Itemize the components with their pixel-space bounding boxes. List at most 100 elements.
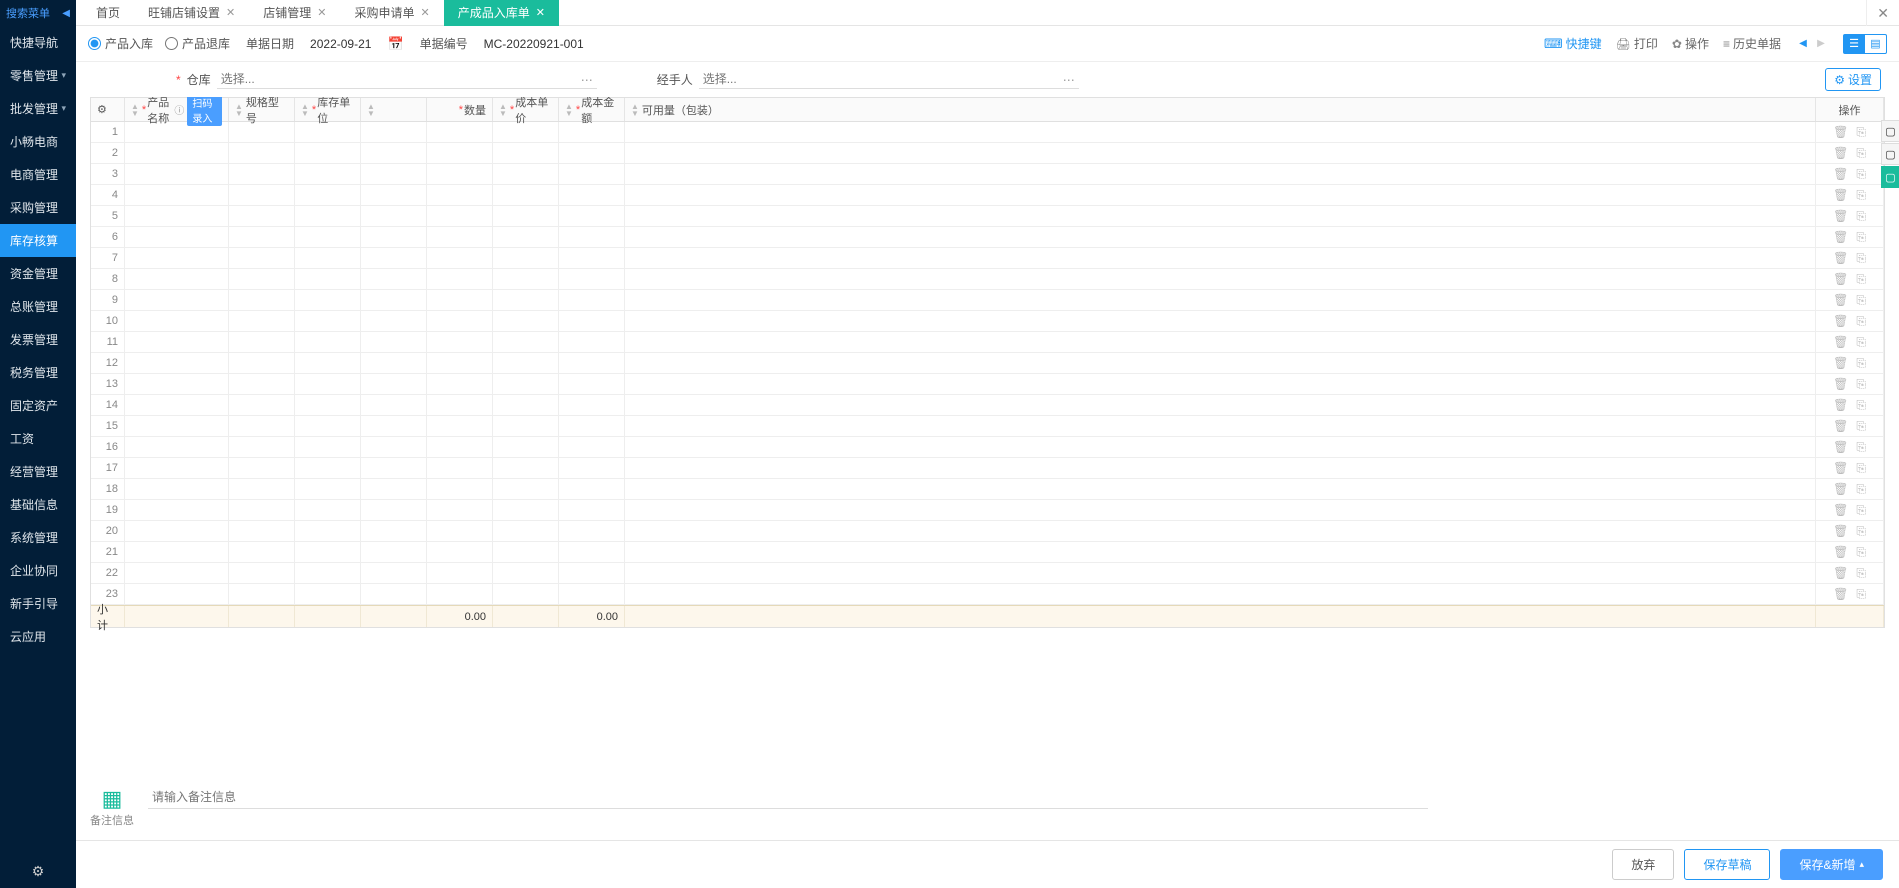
table-row[interactable]: 15🗑⎘ bbox=[91, 416, 1884, 437]
cell-qty[interactable] bbox=[427, 269, 493, 289]
delete-icon[interactable]: 🗑 bbox=[1833, 545, 1848, 559]
radio-stock-in[interactable]: 产品入库 bbox=[88, 35, 153, 52]
cell-unit[interactable] bbox=[295, 143, 361, 163]
settings-button[interactable]: ⚙设置 bbox=[1825, 68, 1881, 91]
gear-icon[interactable]: ⚙ bbox=[32, 863, 45, 879]
cell-cost-price[interactable] bbox=[493, 479, 559, 499]
next-icon[interactable]: ▶ bbox=[1813, 34, 1829, 54]
table-row[interactable]: 13🗑⎘ bbox=[91, 374, 1884, 395]
cell-unit[interactable] bbox=[295, 164, 361, 184]
cell-cost-amt[interactable] bbox=[559, 416, 625, 436]
cell-qty[interactable] bbox=[427, 164, 493, 184]
delete-icon[interactable]: 🗑 bbox=[1833, 167, 1848, 181]
delete-icon[interactable]: 🗑 bbox=[1833, 272, 1848, 286]
cell-spec[interactable] bbox=[229, 437, 295, 457]
cell-cost-amt[interactable] bbox=[559, 185, 625, 205]
cell-spec[interactable] bbox=[229, 164, 295, 184]
cell-empty[interactable] bbox=[361, 416, 427, 436]
cell-unit[interactable] bbox=[295, 542, 361, 562]
table-row[interactable]: 11🗑⎘ bbox=[91, 332, 1884, 353]
cell-avail[interactable] bbox=[625, 143, 1816, 163]
table-row[interactable]: 20🗑⎘ bbox=[91, 521, 1884, 542]
cell-unit[interactable] bbox=[295, 563, 361, 583]
table-row[interactable]: 21🗑⎘ bbox=[91, 542, 1884, 563]
copy-icon[interactable]: ⎘ bbox=[1856, 377, 1866, 392]
cell-product[interactable] bbox=[125, 290, 229, 310]
delete-icon[interactable]: 🗑 bbox=[1833, 482, 1848, 496]
cell-cost-amt[interactable] bbox=[559, 521, 625, 541]
cell-cost-price[interactable] bbox=[493, 416, 559, 436]
delete-icon[interactable]: 🗑 bbox=[1833, 356, 1848, 370]
sidebar-item-0[interactable]: 快捷导航 bbox=[0, 26, 76, 59]
col-cost-amt[interactable]: ▲▼*成本金额 bbox=[559, 98, 625, 121]
cell-unit[interactable] bbox=[295, 374, 361, 394]
cell-empty[interactable] bbox=[361, 374, 427, 394]
copy-icon[interactable]: ⎘ bbox=[1856, 272, 1866, 287]
cell-product[interactable] bbox=[125, 248, 229, 268]
cell-empty[interactable] bbox=[361, 479, 427, 499]
cell-cost-price[interactable] bbox=[493, 584, 559, 604]
cell-empty[interactable] bbox=[361, 269, 427, 289]
cell-cost-amt[interactable] bbox=[559, 227, 625, 247]
cell-spec[interactable] bbox=[229, 395, 295, 415]
copy-icon[interactable]: ⎘ bbox=[1856, 314, 1866, 329]
delete-icon[interactable]: 🗑 bbox=[1833, 125, 1848, 139]
sidebar-item-16[interactable]: 企业协同 bbox=[0, 554, 76, 587]
col-unit[interactable]: ▲▼*库存单位 bbox=[295, 98, 361, 121]
date-value[interactable]: 2022-09-21 bbox=[310, 37, 371, 51]
cell-qty[interactable] bbox=[427, 500, 493, 520]
sidebar-item-2[interactable]: 批发管理▾ bbox=[0, 92, 76, 125]
cell-product[interactable] bbox=[125, 164, 229, 184]
tab-3[interactable]: 采购申请单✕ bbox=[340, 0, 443, 26]
delete-icon[interactable]: 🗑 bbox=[1833, 566, 1848, 580]
cell-unit[interactable] bbox=[295, 269, 361, 289]
cell-empty[interactable] bbox=[361, 353, 427, 373]
cell-avail[interactable] bbox=[625, 374, 1816, 394]
copy-icon[interactable]: ⎘ bbox=[1856, 566, 1866, 581]
table-row[interactable]: 14🗑⎘ bbox=[91, 395, 1884, 416]
cell-cost-price[interactable] bbox=[493, 521, 559, 541]
cell-cost-amt[interactable] bbox=[559, 248, 625, 268]
cell-cost-price[interactable] bbox=[493, 374, 559, 394]
delete-icon[interactable]: 🗑 bbox=[1833, 524, 1848, 538]
cell-unit[interactable] bbox=[295, 458, 361, 478]
cell-cost-price[interactable] bbox=[493, 143, 559, 163]
cell-qty[interactable] bbox=[427, 248, 493, 268]
cell-cost-price[interactable] bbox=[493, 353, 559, 373]
table-row[interactable]: 18🗑⎘ bbox=[91, 479, 1884, 500]
cell-qty[interactable] bbox=[427, 311, 493, 331]
cell-cost-amt[interactable] bbox=[559, 290, 625, 310]
view-list-icon[interactable]: ☰ bbox=[1843, 34, 1865, 54]
cell-cost-price[interactable] bbox=[493, 542, 559, 562]
cell-avail[interactable] bbox=[625, 584, 1816, 604]
sidebar-item-13[interactable]: 经营管理 bbox=[0, 455, 76, 488]
cell-empty[interactable] bbox=[361, 311, 427, 331]
cell-cost-price[interactable] bbox=[493, 311, 559, 331]
table-row[interactable]: 2🗑⎘ bbox=[91, 143, 1884, 164]
copy-icon[interactable]: ⎘ bbox=[1856, 440, 1866, 455]
cell-cost-amt[interactable] bbox=[559, 542, 625, 562]
col-empty[interactable]: ▲▼ bbox=[361, 98, 427, 121]
cell-spec[interactable] bbox=[229, 227, 295, 247]
right-tab-3[interactable]: ▢ bbox=[1881, 166, 1899, 188]
handler-input[interactable] bbox=[699, 70, 1079, 89]
cell-spec[interactable] bbox=[229, 458, 295, 478]
delete-icon[interactable]: 🗑 bbox=[1833, 230, 1848, 244]
sidebar-item-6[interactable]: 库存核算 bbox=[0, 224, 76, 257]
cell-qty[interactable] bbox=[427, 542, 493, 562]
table-row[interactable]: 7🗑⎘ bbox=[91, 248, 1884, 269]
cell-qty[interactable] bbox=[427, 458, 493, 478]
cell-product[interactable] bbox=[125, 500, 229, 520]
cell-product[interactable] bbox=[125, 143, 229, 163]
sidebar-item-3[interactable]: 小畅电商 bbox=[0, 125, 76, 158]
cell-qty[interactable] bbox=[427, 143, 493, 163]
delete-icon[interactable]: 🗑 bbox=[1833, 377, 1848, 391]
cell-qty[interactable] bbox=[427, 584, 493, 604]
cell-cost-price[interactable] bbox=[493, 563, 559, 583]
copy-icon[interactable]: ⎘ bbox=[1856, 188, 1866, 203]
cell-unit[interactable] bbox=[295, 185, 361, 205]
table-row[interactable]: 23🗑⎘ bbox=[91, 584, 1884, 605]
cell-product[interactable] bbox=[125, 542, 229, 562]
cell-cost-amt[interactable] bbox=[559, 164, 625, 184]
cell-empty[interactable] bbox=[361, 206, 427, 226]
